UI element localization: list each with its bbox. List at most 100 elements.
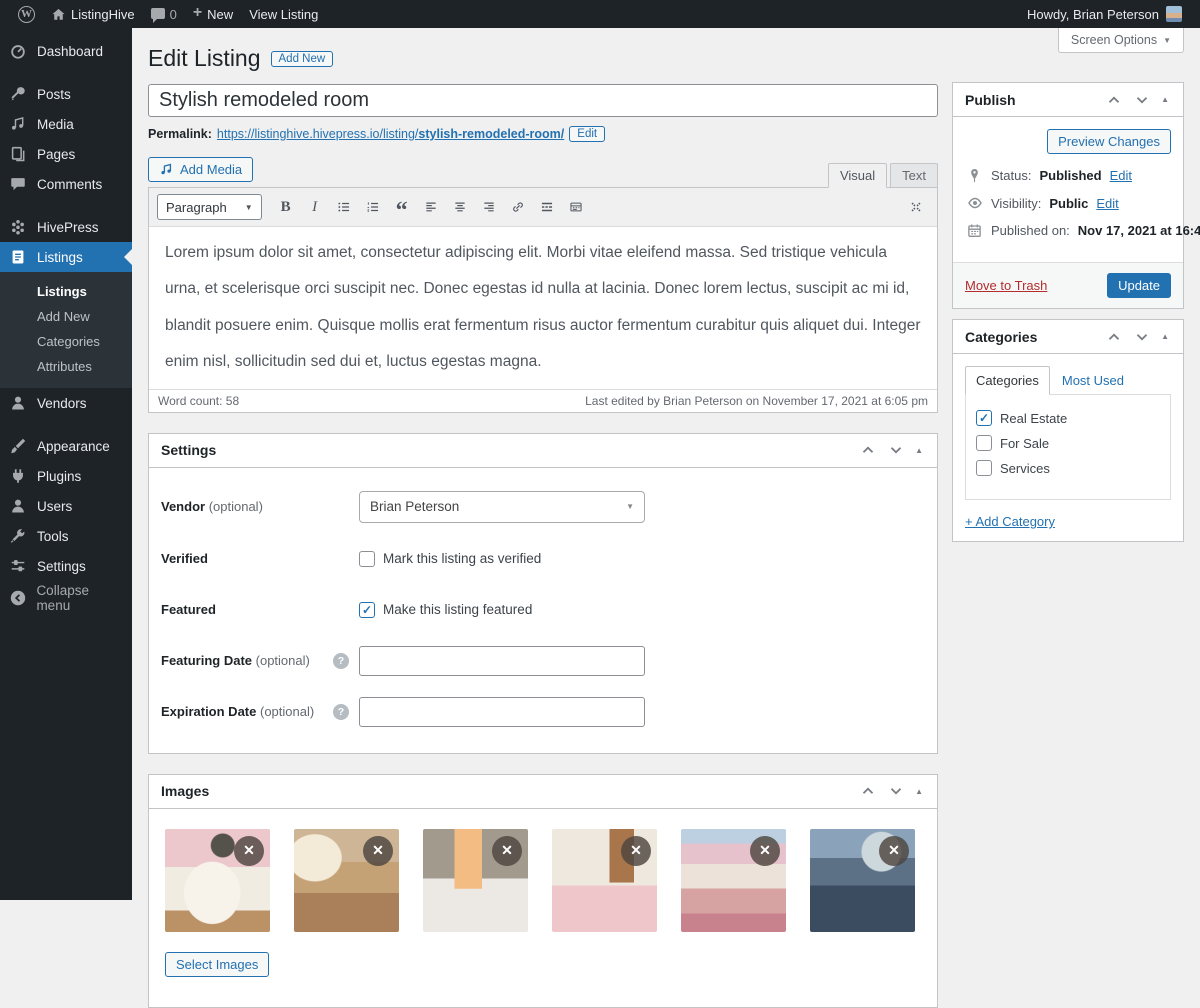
permalink-slug: stylish-remodeled-room/: [418, 127, 564, 141]
category-checkbox-services[interactable]: ✓ Services: [976, 460, 1160, 476]
listing-image-thumbnail[interactable]: ✕: [165, 829, 270, 932]
menu-separator: [0, 418, 132, 431]
fullscreen-button[interactable]: [903, 195, 929, 219]
remove-image-button[interactable]: ✕: [363, 836, 393, 866]
preview-changes-button[interactable]: Preview Changes: [1047, 129, 1171, 154]
move-down-button[interactable]: [885, 780, 907, 802]
wordpress-logo-button[interactable]: W: [10, 0, 43, 28]
toggle-panel-button[interactable]: ▲: [913, 785, 925, 798]
bullet-list-button[interactable]: [331, 195, 357, 219]
tab-most-used[interactable]: Most Used: [1050, 367, 1136, 394]
submenu-item-add-new[interactable]: Add New: [0, 304, 132, 329]
view-listing-link[interactable]: View Listing: [241, 0, 326, 28]
sidebar-item-tools[interactable]: Tools: [0, 521, 132, 551]
remove-image-button[interactable]: ✕: [750, 836, 780, 866]
numbered-list-button[interactable]: [360, 195, 386, 219]
listing-image-thumbnail[interactable]: ✕: [552, 829, 657, 932]
appearance-icon: [8, 437, 28, 455]
align-center-button[interactable]: [447, 195, 473, 219]
italic-button[interactable]: I: [302, 195, 328, 219]
bold-button[interactable]: B: [273, 195, 299, 219]
toggle-panel-button[interactable]: ▲: [913, 444, 925, 457]
sidebar-item-listings[interactable]: Listings: [0, 242, 132, 272]
align-left-button[interactable]: [418, 195, 444, 219]
sidebar-item-pages[interactable]: Pages: [0, 139, 132, 169]
move-to-trash-link[interactable]: Move to Trash: [965, 278, 1047, 293]
remove-image-button[interactable]: ✕: [492, 836, 522, 866]
category-checkbox-for-sale[interactable]: ✓ For Sale: [976, 435, 1160, 451]
add-new-button[interactable]: Add New: [271, 51, 334, 67]
vendor-select[interactable]: Brian Peterson ▼: [359, 491, 645, 523]
permalink-link[interactable]: https://listinghive.hivepress.io/listing…: [217, 127, 564, 141]
help-icon[interactable]: ?: [333, 653, 349, 669]
screen-options-button[interactable]: Screen Options ▼: [1058, 28, 1184, 53]
sidebar-item-posts[interactable]: Posts: [0, 79, 132, 109]
help-icon[interactable]: ?: [333, 704, 349, 720]
remove-image-icon: ✕: [888, 842, 900, 859]
expiration-date-input[interactable]: [359, 697, 645, 727]
sidebar-item-media[interactable]: Media: [0, 109, 132, 139]
sidebar-item-hivepress[interactable]: HivePress: [0, 212, 132, 242]
featuring-date-input[interactable]: [359, 646, 645, 676]
listing-image-thumbnail[interactable]: ✕: [810, 829, 915, 932]
category-checkbox-real-estate[interactable]: ✓ Real Estate: [976, 410, 1160, 426]
blockquote-button[interactable]: “: [389, 195, 415, 219]
remove-image-button[interactable]: ✕: [879, 836, 909, 866]
submenu-item-listings[interactable]: Listings: [0, 279, 132, 304]
plus-icon: +: [193, 5, 202, 21]
move-up-button[interactable]: [1103, 326, 1125, 348]
toggle-panel-button[interactable]: ▲: [1159, 93, 1171, 106]
sidebar-item-comments[interactable]: Comments: [0, 169, 132, 199]
site-name-link[interactable]: ListingHive: [43, 0, 143, 28]
update-button[interactable]: Update: [1107, 273, 1171, 298]
listing-image-thumbnail[interactable]: ✕: [294, 829, 399, 932]
listing-image-thumbnail[interactable]: ✕: [681, 829, 786, 932]
toggle-panel-button[interactable]: ▲: [1159, 330, 1171, 343]
insert-link-button[interactable]: [505, 195, 531, 219]
editor-content-area[interactable]: Lorem ipsum dolor sit amet, consectetur …: [149, 227, 937, 389]
classic-editor: Paragraph ▼ B I “: [148, 187, 938, 413]
submenu-item-categories[interactable]: Categories: [0, 329, 132, 354]
move-up-button[interactable]: [1103, 89, 1125, 111]
listing-title-input[interactable]: [148, 84, 938, 117]
move-down-button[interactable]: [885, 439, 907, 461]
checkbox-checked-icon: ✓: [359, 602, 375, 618]
remove-image-button[interactable]: ✕: [621, 836, 651, 866]
align-right-button[interactable]: [476, 195, 502, 219]
move-down-button[interactable]: [1131, 326, 1153, 348]
add-category-link[interactable]: + Add Category: [965, 514, 1055, 529]
collapse-menu-button[interactable]: Collapse menu: [0, 583, 132, 613]
add-media-button[interactable]: Add Media: [148, 157, 253, 182]
sidebar-item-appearance[interactable]: Appearance: [0, 431, 132, 461]
last-edited: Last edited by Brian Peterson on Novembe…: [585, 394, 928, 408]
wordpress-logo-icon: W: [18, 6, 35, 23]
move-up-button[interactable]: [857, 439, 879, 461]
move-down-button[interactable]: [1131, 89, 1153, 111]
sidebar-item-users[interactable]: Users: [0, 491, 132, 521]
listing-image-thumbnail[interactable]: ✕: [423, 829, 528, 932]
text-tab[interactable]: Text: [890, 163, 938, 187]
edit-visibility-link[interactable]: Edit: [1096, 196, 1118, 211]
sidebar-item-plugins[interactable]: Plugins: [0, 461, 132, 491]
move-up-button[interactable]: [857, 780, 879, 802]
remove-image-button[interactable]: ✕: [234, 836, 264, 866]
new-content-button[interactable]: + New: [185, 0, 241, 28]
toolbar-toggle-button[interactable]: [563, 195, 589, 219]
account-menu[interactable]: Howdy, Brian Peterson: [1019, 0, 1190, 28]
submenu-item-attributes[interactable]: Attributes: [0, 354, 132, 379]
read-more-tag-button[interactable]: [534, 195, 560, 219]
edit-permalink-button[interactable]: Edit: [569, 126, 605, 142]
visual-tab[interactable]: Visual: [828, 163, 887, 188]
verified-checkbox[interactable]: ✓ Mark this listing as verified: [359, 551, 541, 567]
verified-checkbox-label: Mark this listing as verified: [383, 551, 541, 566]
sidebar-item-settings[interactable]: Settings: [0, 551, 132, 581]
sidebar-item-dashboard[interactable]: Dashboard: [0, 36, 132, 66]
tab-all-categories[interactable]: Categories: [965, 366, 1050, 395]
featured-checkbox[interactable]: ✓ Make this listing featured: [359, 602, 532, 618]
select-images-button[interactable]: Select Images: [165, 952, 269, 977]
comments-admin-bar-button[interactable]: 0: [143, 0, 185, 28]
paragraph-format-value: Paragraph: [166, 200, 227, 215]
sidebar-item-vendors[interactable]: Vendors: [0, 388, 132, 418]
paragraph-format-select[interactable]: Paragraph ▼: [157, 194, 262, 220]
edit-status-link[interactable]: Edit: [1110, 168, 1132, 183]
